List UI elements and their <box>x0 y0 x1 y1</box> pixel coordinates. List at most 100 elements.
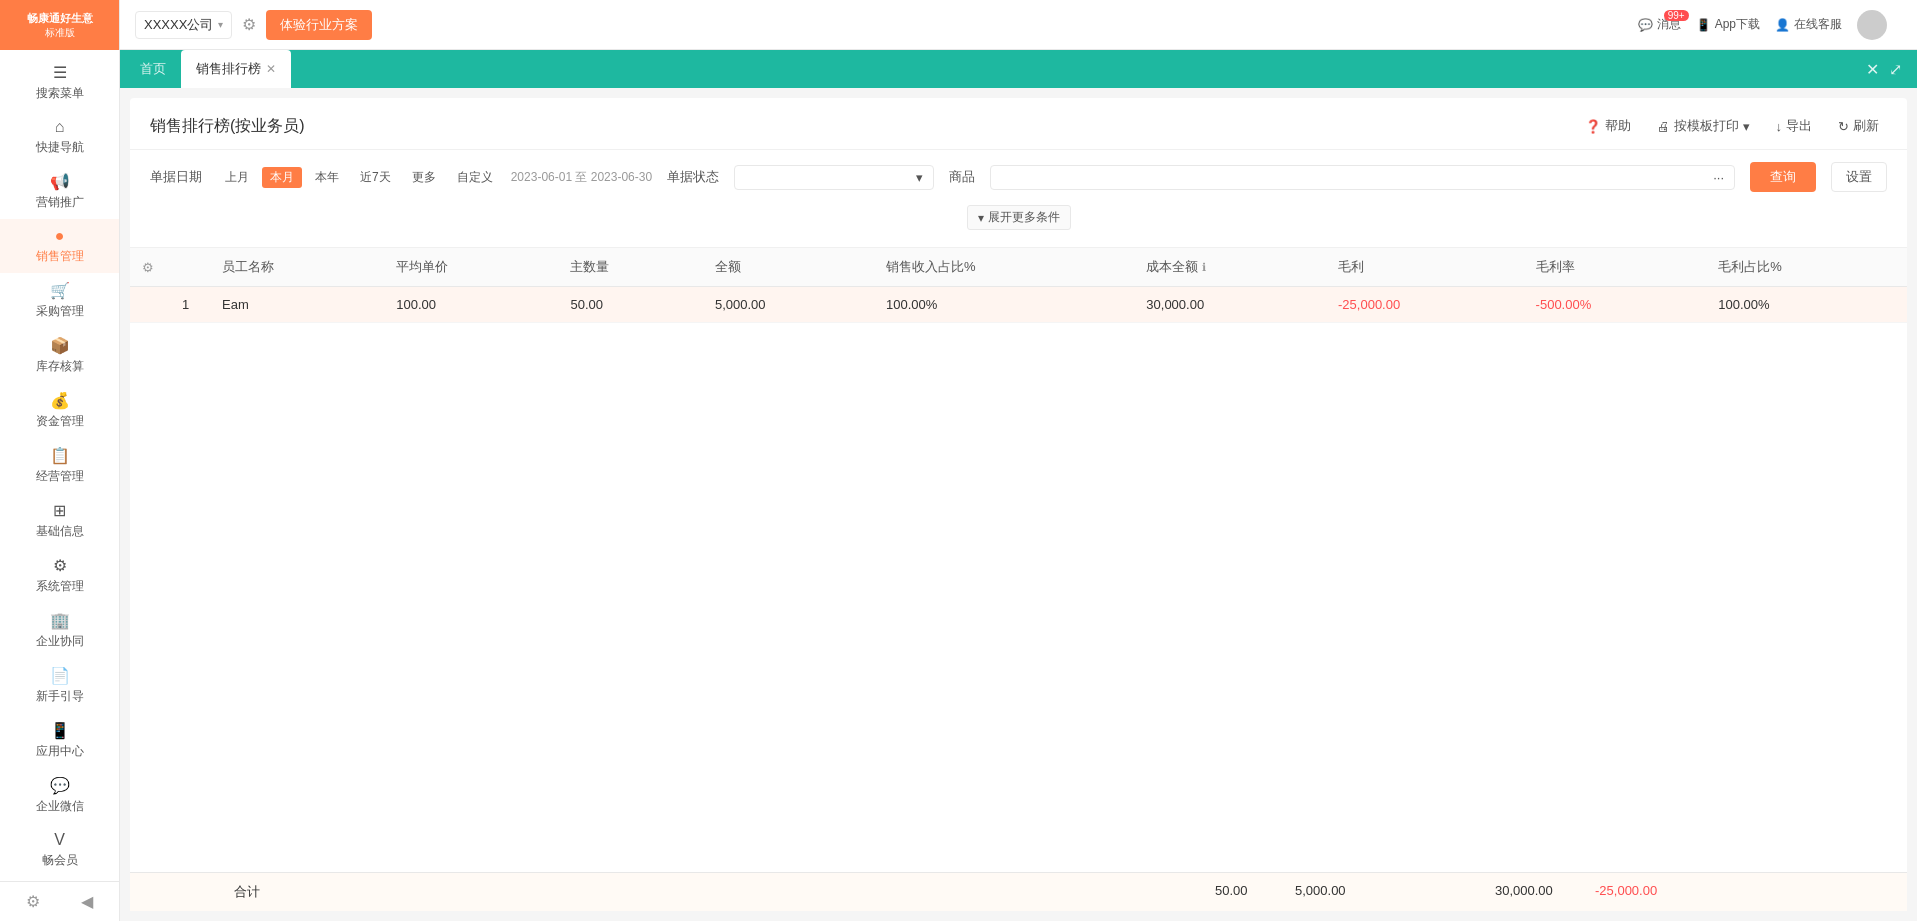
date-tab-7-days[interactable]: 近7天 <box>352 167 399 188</box>
marketing-icon: 📢 <box>50 172 70 191</box>
page-title: 销售排行榜(按业务员) <box>150 116 305 137</box>
sidebar-item-label: 营销推广 <box>36 194 84 211</box>
expand-label: 展开更多条件 <box>988 209 1060 226</box>
online-service-button[interactable]: 👤 在线客服 <box>1775 16 1842 33</box>
search-icon: ☰ <box>53 63 67 82</box>
status-chevron-icon: ▾ <box>916 170 923 185</box>
tab-sales-rank[interactable]: 销售排行榜 ✕ <box>181 50 291 88</box>
row-qty: 50.00 <box>558 287 702 323</box>
footer-amount: 5,000.00 <box>1295 883 1385 901</box>
service-icon: 👤 <box>1775 18 1790 32</box>
col-qty: 主数量 <box>558 248 702 287</box>
sidebar-item-label: 搜索菜单 <box>36 85 84 102</box>
date-tabs: 上月 本月 本年 近7天 更多 自定义 2023-06-01 至 2023-06… <box>217 167 652 188</box>
col-avg-price: 平均单价 <box>384 248 558 287</box>
gear-icon[interactable]: ⚙ <box>242 15 256 34</box>
col-settings[interactable]: ⚙ <box>130 248 170 287</box>
col-amount: 全额 <box>703 248 874 287</box>
query-button[interactable]: 查询 <box>1750 162 1816 192</box>
footer-profit-rate <box>1695 883 1795 901</box>
export-icon: ↓ <box>1776 119 1783 134</box>
table-header: ⚙ 员工名称 平均单价 主数量 全额 销售收入占比% 成本全额 ℹ 毛利 毛利率… <box>130 248 1907 287</box>
row-avg-price: 100.00 <box>384 287 558 323</box>
inventory-icon: 📦 <box>50 336 70 355</box>
tab-home[interactable]: 首页 <box>125 50 181 88</box>
message-button[interactable]: 💬 消息 99+ <box>1638 16 1681 33</box>
date-tab-more[interactable]: 更多 <box>404 167 444 188</box>
row-profit-rate: -500.00% <box>1524 287 1707 323</box>
quick-nav-icon: ⌂ <box>55 118 65 136</box>
table-footer: 合计 50.00 5,000.00 30,000.00 -25,000.00 <box>130 872 1907 911</box>
print-label: 按模板打印 <box>1674 117 1739 135</box>
date-tab-this-year[interactable]: 本年 <box>307 167 347 188</box>
sidebar-item-label: 库存核算 <box>36 358 84 375</box>
sidebar-item-label: 经营管理 <box>36 468 84 485</box>
export-button[interactable]: ↓ 导出 <box>1768 113 1821 139</box>
date-tab-this-month[interactable]: 本月 <box>262 167 302 188</box>
sidebar-item-marketing[interactable]: 📢 营销推广 <box>0 164 119 219</box>
status-select[interactable]: ▾ <box>734 165 934 190</box>
row-settings[interactable] <box>130 287 170 323</box>
sidebar-item-operation[interactable]: 📋 经营管理 <box>0 438 119 493</box>
sidebar-item-guide[interactable]: 📄 新手引导 <box>0 658 119 713</box>
tab-bar: 首页 销售排行榜 ✕ ✕ ⤢ <box>120 50 1917 88</box>
top-header: XXXXX公司 ▾ ⚙ 体验行业方案 💬 消息 99+ 📱 App下载 👤 在线… <box>120 0 1917 50</box>
print-button[interactable]: 🖨 按模板打印 ▾ <box>1649 113 1758 139</box>
sidebar-item-inventory[interactable]: 📦 库存核算 <box>0 328 119 383</box>
sidebar-item-label: 系统管理 <box>36 578 84 595</box>
sidebar-item-purchase[interactable]: 🛒 采购管理 <box>0 273 119 328</box>
sidebar-item-search[interactable]: ☰ 搜索菜单 <box>0 55 119 110</box>
sidebar-bottom: ⚙ ◀ <box>0 881 119 921</box>
goods-select[interactable]: ··· <box>990 165 1735 190</box>
sidebar-item-sales[interactable]: ● 销售管理 <box>0 219 119 273</box>
app-download-label: App下载 <box>1715 16 1760 33</box>
sidebar-item-label: 企业微信 <box>36 798 84 815</box>
footer-cost: 30,000.00 <box>1495 883 1595 901</box>
expand-conditions-button[interactable]: ▾ 展开更多条件 <box>967 205 1071 230</box>
filter-settings-button[interactable]: 设置 <box>1831 162 1887 192</box>
page-header: 销售排行榜(按业务员) ❓ 帮助 🖨 按模板打印 ▾ ↓ 导出 <box>130 98 1907 150</box>
sidebar-item-label: 资金管理 <box>36 413 84 430</box>
user-avatar[interactable] <box>1857 10 1887 40</box>
header-right: 💬 消息 99+ 📱 App下载 👤 在线客服 <box>1638 10 1902 40</box>
sidebar-item-enterprise[interactable]: 🏢 企业协同 <box>0 603 119 658</box>
content-area: 销售排行榜(按业务员) ❓ 帮助 🖨 按模板打印 ▾ ↓ 导出 <box>120 88 1917 921</box>
member-icon: V <box>54 831 65 849</box>
company-name: XXXXX公司 <box>144 16 213 34</box>
sidebar-item-finance[interactable]: 💰 资金管理 <box>0 383 119 438</box>
help-button[interactable]: ❓ 帮助 <box>1577 113 1639 139</box>
sidebar-item-app-center[interactable]: 📱 应用中心 <box>0 713 119 768</box>
date-tab-custom[interactable]: 自定义 <box>449 167 501 188</box>
sidebar-item-system[interactable]: ⚙ 系统管理 <box>0 548 119 603</box>
enterprise-icon: 🏢 <box>50 611 70 630</box>
col-name: 员工名称 <box>210 248 384 287</box>
operation-icon: 📋 <box>50 446 70 465</box>
sidebar-settings-icon[interactable]: ⚙ <box>26 892 40 911</box>
sidebar-item-member[interactable]: V 畅会员 <box>0 823 119 877</box>
app-download-button[interactable]: 📱 App下载 <box>1696 16 1760 33</box>
main-area: XXXXX公司 ▾ ⚙ 体验行业方案 💬 消息 99+ 📱 App下载 👤 在线… <box>120 0 1917 921</box>
col-profit-pct: 毛利占比% <box>1706 248 1907 287</box>
row-profit-pct: 100.00% <box>1706 287 1907 323</box>
sidebar: 畅康通好生意 标准版 ☰ 搜索菜单 ⌂ 快捷导航 📢 营销推广 ● 销售管理 🛒… <box>0 0 120 921</box>
sidebar-item-quick-nav[interactable]: ⌂ 快捷导航 <box>0 110 119 164</box>
tab-actions: ✕ ⤢ <box>1866 60 1912 79</box>
table-row[interactable]: 1 Eam 100.00 50.00 5,000.00 100.00% 30,0… <box>130 287 1907 323</box>
sidebar-collapse-icon[interactable]: ◀ <box>81 892 93 911</box>
tab-minimize-icon[interactable]: ✕ <box>1866 60 1879 79</box>
trial-button[interactable]: 体验行业方案 <box>266 10 372 40</box>
export-label: 导出 <box>1786 117 1812 135</box>
tab-close-icon[interactable]: ✕ <box>266 62 276 76</box>
refresh-button[interactable]: ↻ 刷新 <box>1830 113 1887 139</box>
date-tab-last-month[interactable]: 上月 <box>217 167 257 188</box>
sidebar-item-label: 应用中心 <box>36 743 84 760</box>
sidebar-item-basic-info[interactable]: ⊞ 基础信息 <box>0 493 119 548</box>
col-cost: 成本全额 ℹ <box>1134 248 1326 287</box>
purchase-icon: 🛒 <box>50 281 70 300</box>
company-selector[interactable]: XXXXX公司 ▾ <box>135 11 232 39</box>
basic-info-icon: ⊞ <box>53 501 66 520</box>
col-sales-pct: 销售收入占比% <box>874 248 1134 287</box>
tab-maximize-icon[interactable]: ⤢ <box>1889 60 1902 79</box>
sidebar-item-wechat[interactable]: 💬 企业微信 <box>0 768 119 823</box>
guide-icon: 📄 <box>50 666 70 685</box>
